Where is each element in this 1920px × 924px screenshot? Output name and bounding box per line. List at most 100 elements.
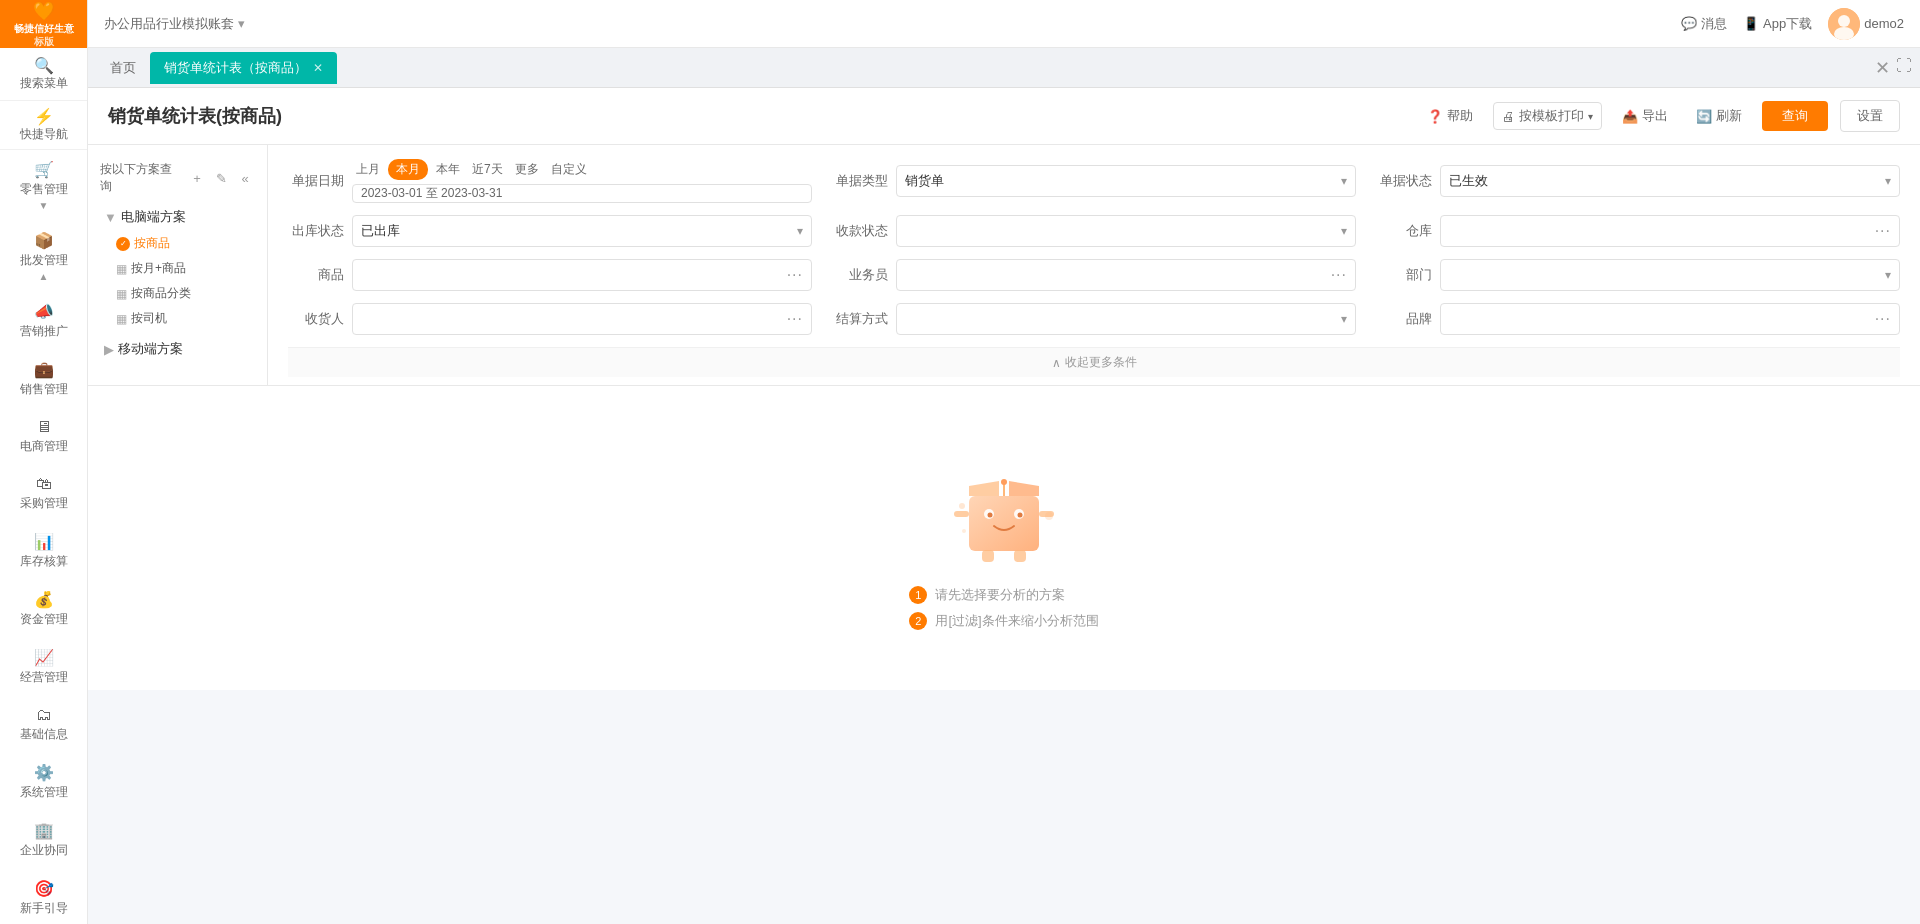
tree-child-by-month-product[interactable]: ▦ 按月+商品 (88, 256, 267, 281)
collapse-sidebar-btn[interactable]: « (235, 168, 255, 188)
sidebar-item-enterprise[interactable]: 🏢 企业协同 (0, 811, 87, 869)
sidebar-label-operations: 经营管理 (20, 669, 68, 686)
sidebar-item-sales[interactable]: 💼 销售管理 (0, 350, 87, 408)
wholesale-icon: 📦 (34, 231, 54, 250)
header-chevron[interactable]: ▾ (238, 16, 245, 31)
sidebar-item-ecommerce[interactable]: 🖥 电商管理 (0, 408, 87, 465)
sidebar-label-finance: 资金管理 (20, 611, 68, 628)
sidebar-item-inventory[interactable]: 📊 库存核算 (0, 522, 87, 580)
tab-window-controls: ✕ ⛶ (1875, 57, 1912, 79)
page-title: 销货单统计表(按商品) (108, 104, 282, 128)
date-tab-more[interactable]: 更多 (511, 159, 543, 180)
filter-field-salesman: 业务员 ··· (832, 259, 1356, 291)
tree-group-desktop[interactable]: ▼ 电脑端方案 (88, 203, 267, 231)
sidebar-item-procurement[interactable]: 🛍 采购管理 (0, 465, 87, 522)
tree-child-by-category[interactable]: ▦ 按商品分类 (88, 281, 267, 306)
main-area: 办公用品行业模拟账套 ▾ 💬 消息 📱 App下载 de (88, 0, 1920, 924)
top-header: 办公用品行业模拟账套 ▾ 💬 消息 📱 App下载 de (88, 0, 1920, 48)
settings-btn[interactable]: 设置 (1840, 100, 1900, 132)
user-menu-btn[interactable]: demo2 (1828, 8, 1904, 40)
sidebar-item-operations[interactable]: 📈 经营管理 (0, 638, 87, 696)
filter-field-outstatus: 出库状态 已出库 ▾ (288, 215, 812, 247)
svg-point-10 (959, 503, 965, 509)
edit-scheme-btn[interactable]: ✎ (211, 168, 231, 188)
sidebar-item-basic[interactable]: 🗂 基础信息 (0, 696, 87, 753)
edit-icon: ✎ (216, 171, 227, 186)
app-name: 畅捷信好生意 (14, 23, 74, 35)
window-maximize-btn[interactable]: ⛶ (1896, 57, 1912, 79)
tree-group-label-mobile: 移动端方案 (118, 340, 183, 358)
ecommerce-icon: 🖥 (36, 418, 52, 436)
phone-icon: 📱 (1743, 16, 1759, 31)
svg-rect-14 (1039, 511, 1054, 517)
date-tab-this-month[interactable]: 本月 (388, 159, 428, 180)
tree-child-icon-grid1: ▦ (116, 262, 127, 276)
tree-group-mobile[interactable]: ▶ 移动端方案 (88, 335, 267, 363)
header-title: 办公用品行业模拟账套 ▾ (104, 15, 245, 33)
query-btn[interactable]: 查询 (1762, 101, 1828, 131)
tab-home[interactable]: 首页 (96, 52, 150, 84)
filter-sidebar-title: 按以下方案查询 (100, 161, 179, 195)
tab-sales-stat[interactable]: 销货单统计表（按商品） ✕ (150, 52, 337, 84)
sidebar-item-wholesale[interactable]: 📦 批发管理 ▲ (0, 221, 87, 292)
recipient-input[interactable]: ··· (352, 303, 812, 335)
receiptstatus-select[interactable]: ▾ (896, 215, 1356, 247)
tip-num-1: 1 (909, 586, 927, 604)
add-scheme-btn[interactable]: + (187, 168, 207, 188)
tip-text-2: 用[过滤]条件来缩小分析范围 (935, 612, 1098, 630)
app-subtitle: 标版 (34, 35, 54, 48)
date-tab-this-year[interactable]: 本年 (432, 159, 464, 180)
salesman-input[interactable]: ··· (896, 259, 1356, 291)
print-btn[interactable]: 🖨 按模板打印 ▾ (1493, 102, 1602, 130)
brand-input[interactable]: ··· (1440, 303, 1900, 335)
export-btn[interactable]: 📤 导出 (1614, 103, 1676, 129)
enterprise-icon: 🏢 (34, 821, 54, 840)
active-indicator: ✓ (116, 237, 130, 251)
date-range-input[interactable]: 2023-03-01 至 2023-03-31 (352, 184, 812, 203)
outstatus-value: 已出库 (361, 222, 793, 240)
tree-group-icon-mobile: ▶ (104, 342, 114, 357)
help-btn[interactable]: ❓ 帮助 (1419, 103, 1481, 129)
outstatus-select[interactable]: 已出库 ▾ (352, 215, 812, 247)
sidebar-item-newbie[interactable]: 🎯 新手引导 (0, 869, 87, 924)
tree-child-by-product[interactable]: ✓ 按商品 (88, 231, 267, 256)
svg-point-7 (1018, 513, 1023, 518)
warehouse-input[interactable]: ··· (1440, 215, 1900, 247)
filter-field-brand: 品牌 ··· (1376, 303, 1900, 335)
collapse-more-conditions[interactable]: ∧ 收起更多条件 (288, 347, 1900, 377)
tab-close-btn[interactable]: ✕ (313, 61, 323, 75)
docstatus-select[interactable]: 已生效 ▾ (1440, 165, 1900, 197)
docstatus-label: 单据状态 (1376, 172, 1432, 190)
date-tab-custom[interactable]: 自定义 (547, 159, 591, 180)
date-tab-7days[interactable]: 近7天 (468, 159, 507, 180)
sidebar-label-ecommerce: 电商管理 (20, 438, 68, 455)
settle-select[interactable]: ▾ (896, 303, 1356, 335)
sidebar-item-retail[interactable]: 🛒 零售管理 ▼ (0, 150, 87, 221)
message-btn[interactable]: 💬 消息 (1681, 15, 1727, 33)
date-tab-last-month[interactable]: 上月 (352, 159, 384, 180)
svg-rect-13 (954, 511, 969, 517)
window-close-btn[interactable]: ✕ (1875, 57, 1890, 79)
sidebar-label-retail: 零售管理 (20, 181, 68, 198)
quick-nav-item[interactable]: ⚡ 快捷导航 (0, 101, 87, 150)
warehouse-label: 仓库 (1376, 222, 1432, 240)
doctype-select[interactable]: 销货单 ▾ (896, 165, 1356, 197)
avatar (1828, 8, 1860, 40)
add-icon: + (193, 171, 201, 186)
receiptstatus-label: 收款状态 (832, 222, 888, 240)
dept-select[interactable]: ▾ (1440, 259, 1900, 291)
finance-icon: 💰 (34, 590, 54, 609)
search-menu-item[interactable]: 🔍 搜索菜单 (0, 48, 87, 101)
filter-section: 按以下方案查询 + ✎ « ▼ (88, 145, 1920, 386)
sidebar-item-finance[interactable]: 💰 资金管理 (0, 580, 87, 638)
sidebar-item-marketing[interactable]: 📣 营销推广 (0, 292, 87, 350)
filter-field-date: 单据日期 上月 本月 本年 近7天 更多 自定义 2023- (288, 159, 812, 203)
sidebar-item-system[interactable]: ⚙️ 系统管理 (0, 753, 87, 811)
tree-child-icon-grid2: ▦ (116, 287, 127, 301)
product-input[interactable]: ··· (352, 259, 812, 291)
filter-field-dept: 部门 ▾ (1376, 259, 1900, 291)
refresh-btn[interactable]: 🔄 刷新 (1688, 103, 1750, 129)
operations-icon: 📈 (34, 648, 54, 667)
tree-child-by-driver[interactable]: ▦ 按司机 (88, 306, 267, 331)
app-download-btn[interactable]: 📱 App下载 (1743, 15, 1812, 33)
